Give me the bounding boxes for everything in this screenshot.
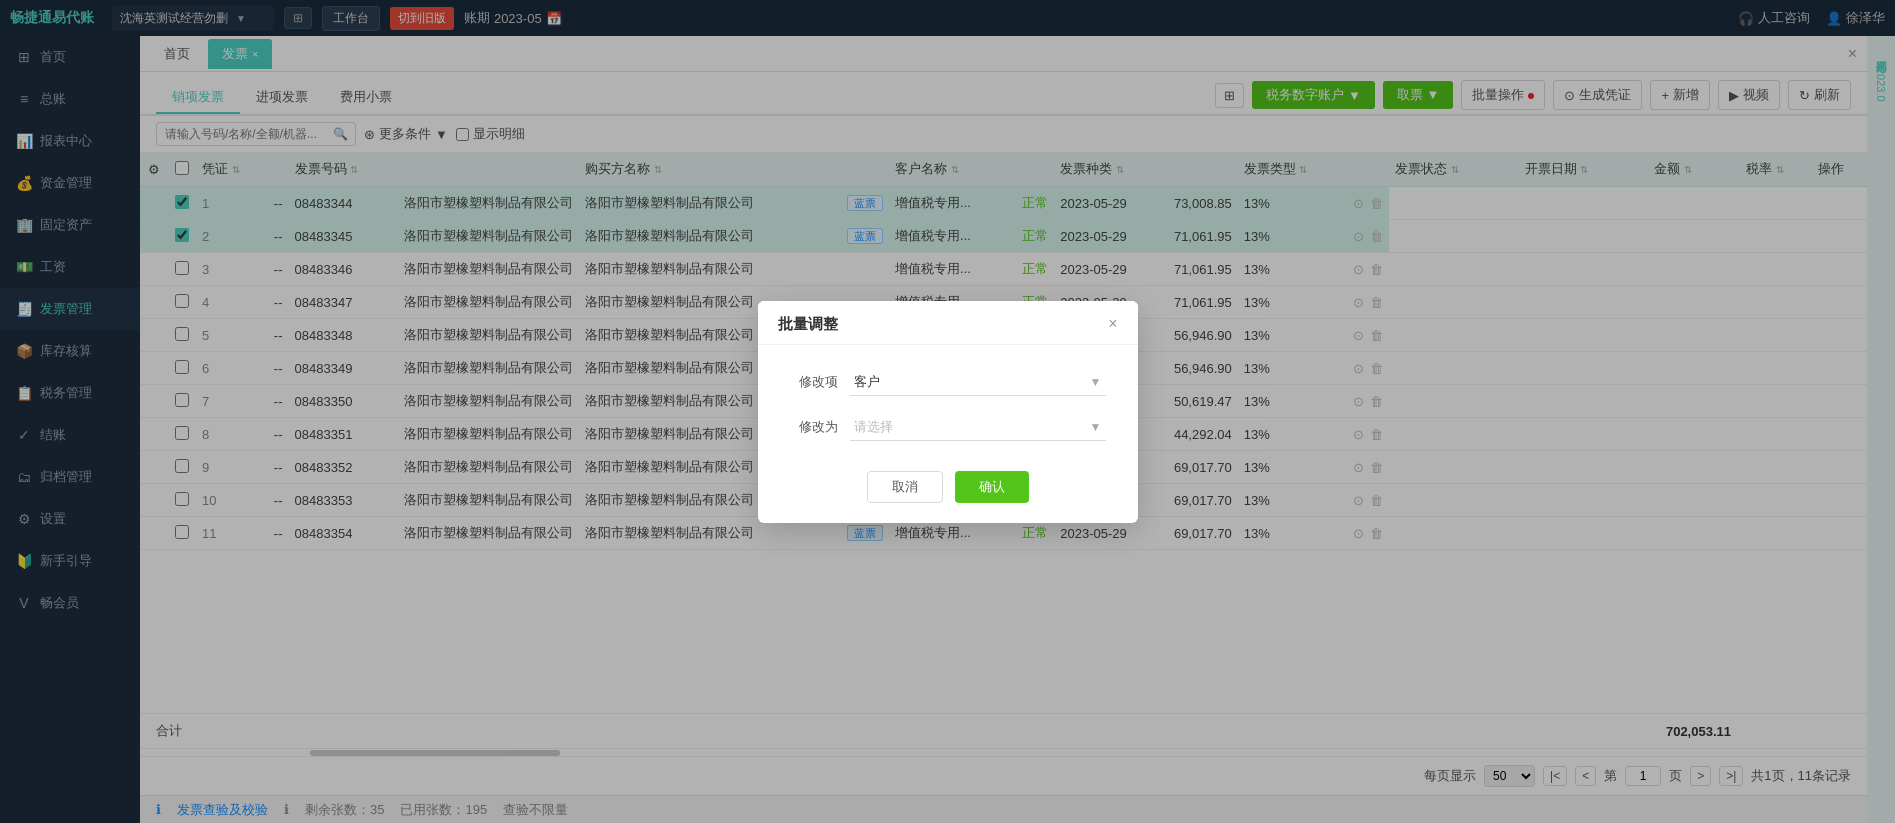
modal-value-label: 修改为 [790, 418, 838, 436]
field-chevron-icon: ▼ [1090, 375, 1102, 389]
field-selector[interactable]: 客户 ▼ [850, 369, 1106, 396]
modal-title: 批量调整 [778, 315, 838, 334]
field-value: 客户 [854, 373, 880, 391]
value-selector[interactable]: 请选择 ▼ [850, 414, 1106, 441]
modal-footer: 取消 确认 [758, 461, 1138, 523]
confirm-btn[interactable]: 确认 [955, 471, 1029, 503]
modal-close-btn[interactable]: × [1108, 315, 1117, 333]
batch-adjust-modal: 批量调整 × 修改项 客户 ▼ 修改为 请选择 ▼ 取消 确认 [758, 301, 1138, 523]
modal-field-row: 修改项 客户 ▼ [790, 369, 1106, 396]
modal-field-label: 修改项 [790, 373, 838, 391]
modal-value-row: 修改为 请选择 ▼ [790, 414, 1106, 441]
modal-header: 批量调整 × [758, 301, 1138, 345]
cancel-btn[interactable]: 取消 [867, 471, 943, 503]
modal-body: 修改项 客户 ▼ 修改为 请选择 ▼ [758, 345, 1138, 461]
value-placeholder: 请选择 [854, 418, 893, 436]
modal-overlay: 批量调整 × 修改项 客户 ▼ 修改为 请选择 ▼ 取消 确认 [0, 0, 1895, 823]
value-chevron-icon: ▼ [1090, 420, 1102, 434]
